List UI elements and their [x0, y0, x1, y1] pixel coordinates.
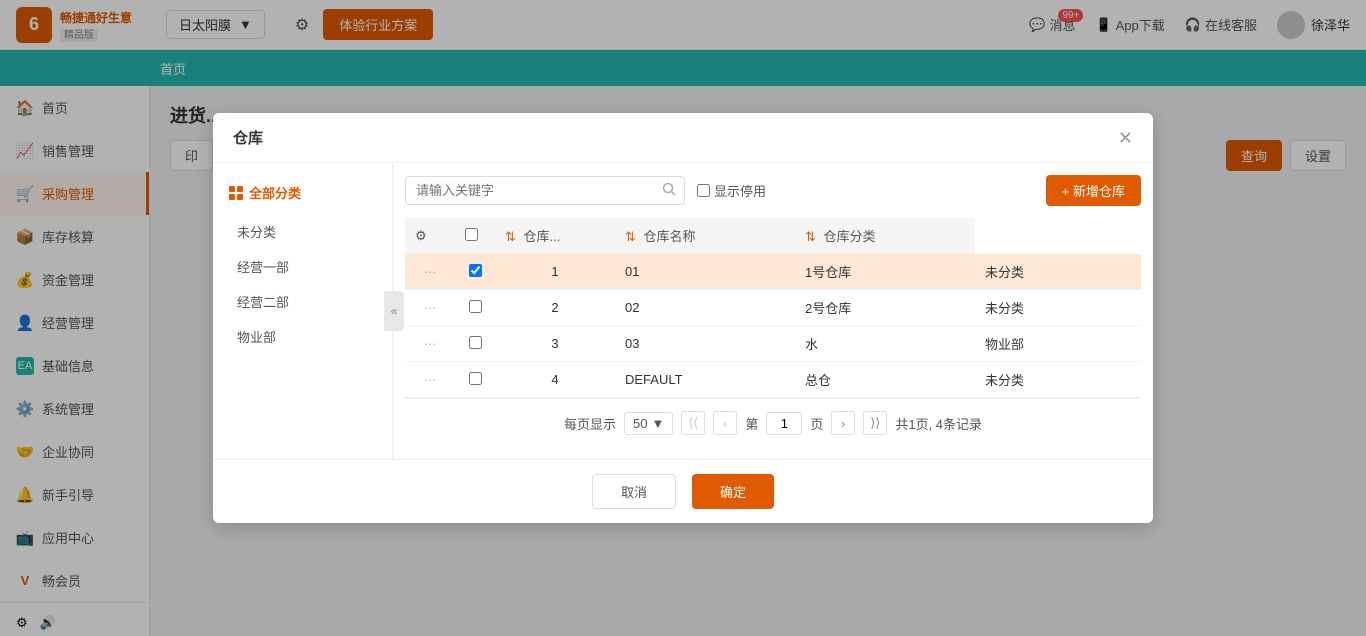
row-action-icon[interactable]: ··· — [424, 372, 437, 387]
row-name: 总仓 — [795, 362, 975, 398]
modal-close-button[interactable]: ✕ — [1118, 129, 1133, 147]
row-action-icon[interactable]: ··· — [424, 336, 437, 351]
th-settings: ⚙ — [405, 218, 455, 254]
collapse-category-btn[interactable]: « — [384, 291, 404, 331]
row-action-icon[interactable]: ··· — [424, 300, 437, 315]
row-category: 未分类 — [975, 362, 1141, 398]
row-checkbox[interactable] — [469, 372, 482, 385]
row-code: 01 — [615, 254, 795, 290]
row-code: 02 — [615, 290, 795, 326]
row-name: 2号仓库 — [795, 290, 975, 326]
modal-body: 全部分类 未分类 经营一部 经营二部 物业部 « — [213, 163, 1153, 459]
table-container: ⚙ ⇅ 仓库... ⇅ 仓库名称 — [405, 218, 1141, 398]
category-item-1[interactable]: 经营一部 — [213, 249, 392, 284]
warehouse-modal: 仓库 ✕ 全部分类 未分类 经营一部 经营二部 物业部 « — [213, 113, 1153, 523]
row-name: 水 — [795, 326, 975, 362]
sort-icon-name: ⇅ — [625, 229, 636, 244]
search-icon — [654, 182, 684, 199]
row-action-icon[interactable]: ··· — [424, 264, 437, 279]
row-checkbox[interactable] — [469, 300, 482, 313]
th-name[interactable]: ⇅ 仓库名称 — [615, 218, 795, 254]
row-num: 2 — [495, 290, 615, 326]
sort-icon-category: ⇅ — [805, 229, 816, 244]
page-number-input[interactable] — [766, 412, 802, 435]
table-toolbar: 显示停用 + 新增仓库 — [405, 175, 1141, 206]
select-all-checkbox[interactable] — [465, 228, 478, 241]
cancel-button[interactable]: 取消 — [592, 474, 676, 509]
next-page-btn[interactable]: › — [831, 411, 855, 435]
table-row[interactable]: ··· 4 DEFAULT 总仓 未分类 — [405, 362, 1141, 398]
th-category[interactable]: ⇅ 仓库分类 — [795, 218, 975, 254]
search-input[interactable] — [406, 177, 654, 204]
all-category-item[interactable]: 全部分类 — [213, 175, 392, 214]
category-panel: 全部分类 未分类 经营一部 经营二部 物业部 « — [213, 163, 393, 459]
row-checkbox[interactable] — [469, 264, 482, 277]
modal-header: 仓库 ✕ — [213, 113, 1153, 163]
row-checkbox[interactable] — [469, 336, 482, 349]
row-name: 1号仓库 — [795, 254, 975, 290]
category-item-0[interactable]: 未分类 — [213, 214, 392, 249]
table-row[interactable]: ··· 2 02 2号仓库 未分类 — [405, 290, 1141, 326]
pagination: 每页显示 50 ▼ ⟨⟨ ‹ 第 页 › ⟩⟩ 共1页, 4条记录 — [405, 398, 1141, 447]
per-page-chevron: ▼ — [651, 416, 664, 431]
prev-page-btn[interactable]: ‹ — [713, 411, 737, 435]
th-code[interactable]: ⇅ 仓库... — [495, 218, 615, 254]
sort-icon-code: ⇅ — [505, 229, 516, 244]
search-box — [405, 176, 685, 205]
row-category: 未分类 — [975, 290, 1141, 326]
table-panel: 显示停用 + 新增仓库 ⚙ — [393, 163, 1153, 459]
category-item-3[interactable]: 物业部 — [213, 319, 392, 354]
row-code: 03 — [615, 326, 795, 362]
row-num: 3 — [495, 326, 615, 362]
table-row[interactable]: ··· 3 03 水 物业部 — [405, 326, 1141, 362]
first-page-btn[interactable]: ⟨⟨ — [681, 411, 705, 435]
new-warehouse-btn[interactable]: + 新增仓库 — [1046, 175, 1141, 206]
category-item-2[interactable]: 经营二部 — [213, 284, 392, 319]
confirm-button[interactable]: 确定 — [692, 474, 774, 509]
table-row[interactable]: ··· 1 01 1号仓库 未分类 — [405, 254, 1141, 290]
settings-col-icon: ⚙ — [415, 228, 427, 243]
row-num: 1 — [495, 254, 615, 290]
warehouse-table: ⚙ ⇅ 仓库... ⇅ 仓库名称 — [405, 218, 1141, 398]
modal-title: 仓库 — [233, 127, 263, 148]
per-page-select[interactable]: 50 ▼ — [624, 412, 673, 435]
row-code: DEFAULT — [615, 362, 795, 398]
table-body: ··· 1 01 1号仓库 未分类 ··· 2 02 2号仓库 未分类 ··· — [405, 254, 1141, 398]
last-page-btn[interactable]: ⟩⟩ — [863, 411, 887, 435]
disabled-checkbox[interactable] — [697, 184, 710, 197]
row-num: 4 — [495, 362, 615, 398]
row-category: 未分类 — [975, 254, 1141, 290]
show-disabled-checkbox[interactable]: 显示停用 — [697, 181, 766, 200]
modal-footer: 取消 确定 — [213, 459, 1153, 523]
row-category: 物业部 — [975, 326, 1141, 362]
grid-icon — [229, 186, 243, 200]
table-head: ⚙ ⇅ 仓库... ⇅ 仓库名称 — [405, 218, 1141, 254]
th-check — [455, 218, 495, 254]
